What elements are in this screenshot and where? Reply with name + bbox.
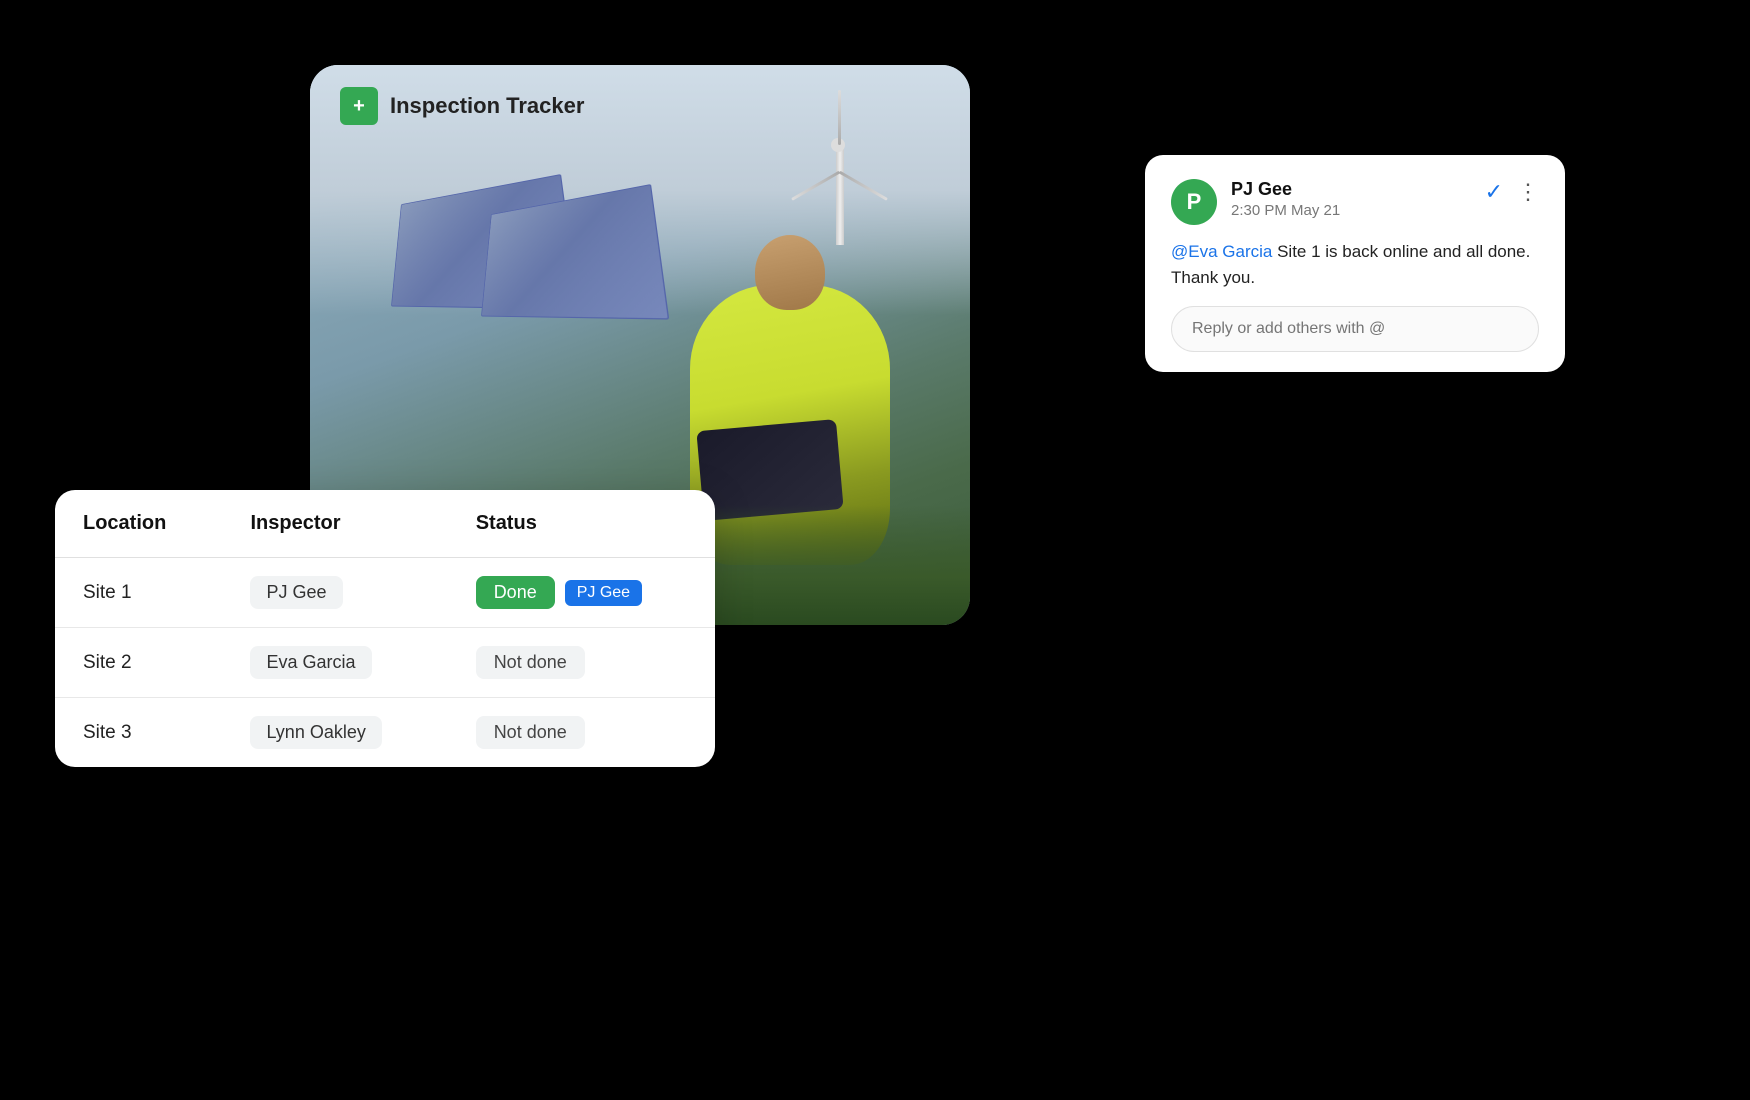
comment-meta: PJ Gee 2:30 PM May 21 bbox=[1231, 179, 1471, 219]
turbine-blade-1 bbox=[838, 90, 841, 145]
status-badge-not-done-3: Not done bbox=[476, 716, 585, 749]
col-inspector: Inspector bbox=[222, 490, 447, 558]
app-header: + Inspection Tracker bbox=[340, 87, 584, 125]
table-card: Location Inspector Status Site 1 PJ Gee … bbox=[55, 490, 715, 767]
status-cell-1: Done PJ Gee bbox=[476, 576, 687, 609]
cell-location-3: Site 3 bbox=[55, 698, 222, 768]
inspection-table: Location Inspector Status Site 1 PJ Gee … bbox=[55, 490, 715, 767]
status-badge-not-done-2: Not done bbox=[476, 646, 585, 679]
cell-inspector-2: Eva Garcia bbox=[222, 628, 447, 698]
table-row: Site 1 PJ Gee Done PJ Gee bbox=[55, 558, 715, 628]
table-row: Site 3 Lynn Oakley Not done bbox=[55, 698, 715, 768]
table-header-row: Location Inspector Status bbox=[55, 490, 715, 558]
app-icon: + bbox=[340, 87, 378, 125]
more-options-icon[interactable]: ⋮ bbox=[1517, 179, 1539, 205]
cell-inspector-1: PJ Gee bbox=[222, 558, 447, 628]
cell-location-1: Site 1 bbox=[55, 558, 222, 628]
comment-card: P PJ Gee 2:30 PM May 21 ✓ ⋮ @Eva Garcia … bbox=[1145, 155, 1565, 372]
cell-status-1: Done PJ Gee bbox=[448, 558, 715, 628]
mention-tag: @Eva Garcia bbox=[1171, 242, 1272, 261]
app-title: Inspection Tracker bbox=[390, 93, 584, 119]
inspector-chip-2: Eva Garcia bbox=[250, 646, 371, 679]
check-icon[interactable]: ✓ bbox=[1485, 179, 1503, 205]
solar-panels bbox=[340, 185, 660, 385]
pj-tooltip: PJ Gee bbox=[565, 580, 642, 606]
comment-timestamp: 2:30 PM May 21 bbox=[1231, 202, 1471, 219]
turbine-tower bbox=[836, 145, 844, 245]
cell-status-2: Not done bbox=[448, 628, 715, 698]
cell-location-2: Site 2 bbox=[55, 628, 222, 698]
comment-author: PJ Gee bbox=[1231, 179, 1471, 200]
inspector-chip-1: PJ Gee bbox=[250, 576, 342, 609]
col-status: Status bbox=[448, 490, 715, 558]
comment-actions: ✓ ⋮ bbox=[1485, 179, 1539, 205]
comment-header: P PJ Gee 2:30 PM May 21 ✓ ⋮ bbox=[1171, 179, 1539, 225]
wind-turbine bbox=[810, 145, 870, 255]
status-badge-done: Done bbox=[476, 576, 555, 609]
col-location: Location bbox=[55, 490, 222, 558]
scene: + Inspection Tracker Location Inspector … bbox=[0, 0, 1750, 1100]
reply-input[interactable] bbox=[1171, 306, 1539, 352]
person-head bbox=[755, 235, 825, 310]
comment-body: @Eva Garcia Site 1 is back online and al… bbox=[1171, 239, 1539, 290]
table-row: Site 2 Eva Garcia Not done bbox=[55, 628, 715, 698]
avatar: P bbox=[1171, 179, 1217, 225]
inspector-chip-3: Lynn Oakley bbox=[250, 716, 381, 749]
cell-inspector-3: Lynn Oakley bbox=[222, 698, 447, 768]
cell-status-3: Not done bbox=[448, 698, 715, 768]
